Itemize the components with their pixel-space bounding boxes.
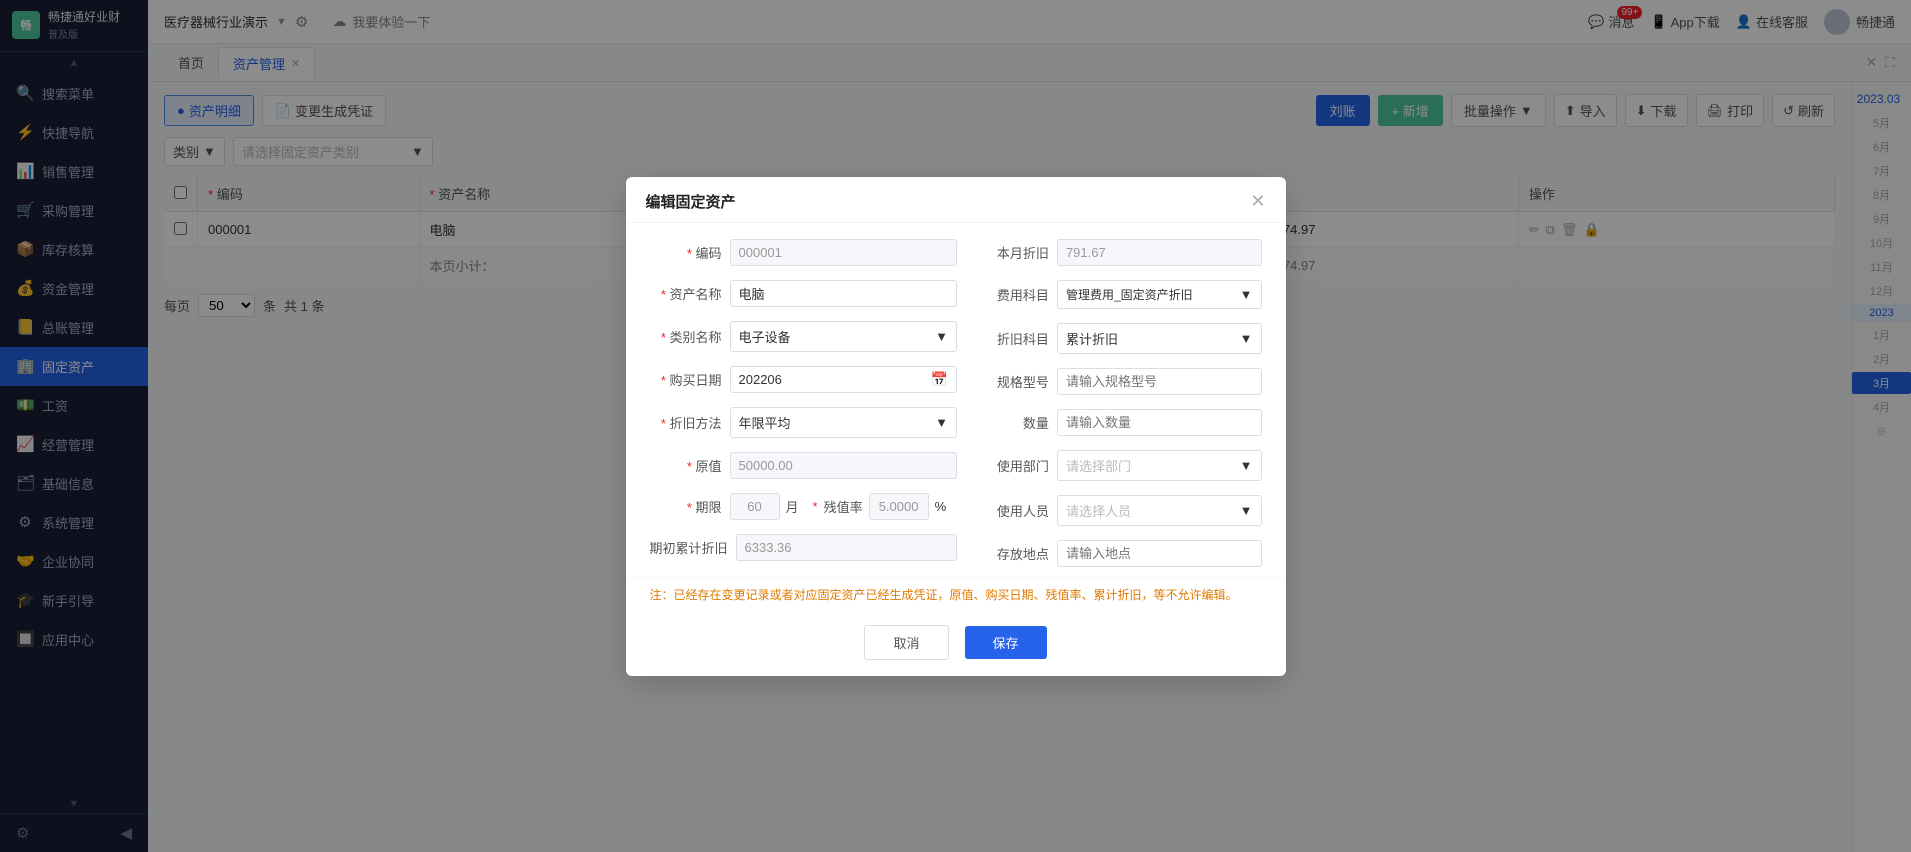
residual-rate-label: 残值率: [824, 497, 863, 516]
initial-accum-input[interactable]: [736, 534, 957, 561]
code-label: 编码: [650, 243, 722, 262]
form-right-col: 本月折旧 费用科目 管理费用_固定资产折旧 ▼ 折旧科目: [977, 239, 1262, 567]
code-input[interactable]: [730, 239, 957, 266]
purchase-date-label: 购买日期: [650, 370, 722, 389]
expense-subject-chevron-icon: ▼: [1240, 287, 1253, 302]
month-dep-input[interactable]: [1057, 239, 1262, 266]
modal-note: 注：已经存在变更记录或者对应固定资产已经生成凭证，原值、购买日期、残值率、累计折…: [626, 577, 1286, 613]
initial-accum-label: 期初累计折旧: [650, 538, 728, 557]
period-label: 期限: [650, 497, 722, 516]
department-select[interactable]: 请选择部门 ▼: [1057, 450, 1262, 481]
quantity-input[interactable]: [1057, 409, 1262, 436]
dep-method-field-row: 折旧方法 年限平均 ▼: [650, 407, 957, 438]
modal-body: 编码 资产名称 类别名称 电子设备 ▼: [626, 223, 1286, 577]
asset-name-field-row: 资产名称: [650, 280, 957, 307]
purchase-date-field-row: 购买日期 📅: [650, 366, 957, 393]
original-value-input[interactable]: [730, 452, 957, 479]
dep-subject-chevron-icon: ▼: [1240, 331, 1253, 346]
residual-pct-symbol: %: [935, 499, 947, 514]
month-dep-field-row: 本月折旧: [977, 239, 1262, 266]
person-chevron-icon: ▼: [1240, 503, 1253, 518]
model-field-row: 规格型号: [977, 368, 1262, 395]
original-value-label: 原值: [650, 456, 722, 475]
modal-footer: 取消 保存: [626, 613, 1286, 676]
location-field-row: 存放地点: [977, 540, 1262, 567]
category-select[interactable]: 电子设备 ▼: [730, 321, 957, 352]
department-field-row: 使用部门 请选择部门 ▼: [977, 450, 1262, 481]
form-grid: 编码 资产名称 类别名称 电子设备 ▼: [650, 239, 1262, 567]
department-label: 使用部门: [977, 456, 1049, 475]
period-residual-row: 期限 月 * 残值率 %: [650, 493, 957, 520]
original-value-field-row: 原值: [650, 452, 957, 479]
expense-subject-select[interactable]: 管理费用_固定资产折旧 ▼: [1057, 280, 1262, 309]
category-field-row: 类别名称 电子设备 ▼: [650, 321, 957, 352]
person-field-row: 使用人员 请选择人员 ▼: [977, 495, 1262, 526]
category-label: 类别名称: [650, 327, 722, 346]
quantity-field-row: 数量: [977, 409, 1262, 436]
edit-asset-modal: 编辑固定资产 ✕ 编码 资产名称: [626, 177, 1286, 676]
dep-method-chevron-icon: ▼: [935, 415, 948, 430]
purchase-date-input-group: 📅: [730, 366, 957, 393]
modal-overlay: 编辑固定资产 ✕ 编码 资产名称: [0, 0, 1911, 852]
initial-accum-field-row: 期初累计折旧: [650, 534, 957, 561]
calendar-icon[interactable]: 📅: [923, 371, 956, 388]
person-select[interactable]: 请选择人员 ▼: [1057, 495, 1262, 526]
code-field-row: 编码: [650, 239, 957, 266]
expense-subject-field-row: 费用科目 管理费用_固定资产折旧 ▼: [977, 280, 1262, 309]
save-button[interactable]: 保存: [965, 626, 1047, 659]
model-label: 规格型号: [977, 372, 1049, 391]
modal-close-button[interactable]: ✕: [1250, 191, 1265, 212]
modal-header: 编辑固定资产 ✕: [626, 177, 1286, 223]
category-chevron-icon: ▼: [935, 329, 948, 344]
person-label: 使用人员: [977, 501, 1049, 520]
month-dep-label: 本月折旧: [977, 243, 1049, 262]
form-left-col: 编码 资产名称 类别名称 电子设备 ▼: [650, 239, 957, 567]
purchase-date-input[interactable]: [731, 367, 923, 392]
residual-rate-input[interactable]: [869, 493, 929, 520]
asset-name-input[interactable]: [730, 280, 957, 307]
expense-subject-label: 费用科目: [977, 285, 1049, 304]
dep-subject-label: 折旧科目: [977, 329, 1049, 348]
asset-name-label: 资产名称: [650, 284, 722, 303]
location-input[interactable]: [1057, 540, 1262, 567]
dep-method-select[interactable]: 年限平均 ▼: [730, 407, 957, 438]
dep-subject-select[interactable]: 累计折旧 ▼: [1057, 323, 1262, 354]
dep-method-label: 折旧方法: [650, 413, 722, 432]
period-input[interactable]: [730, 493, 780, 520]
period-unit: 月: [786, 497, 799, 516]
location-label: 存放地点: [977, 544, 1049, 563]
cancel-button[interactable]: 取消: [864, 625, 948, 660]
dept-chevron-icon: ▼: [1240, 458, 1253, 473]
modal-title: 编辑固定资产: [646, 191, 736, 212]
model-input[interactable]: [1057, 368, 1262, 395]
quantity-label: 数量: [977, 413, 1049, 432]
dep-subject-field-row: 折旧科目 累计折旧 ▼: [977, 323, 1262, 354]
